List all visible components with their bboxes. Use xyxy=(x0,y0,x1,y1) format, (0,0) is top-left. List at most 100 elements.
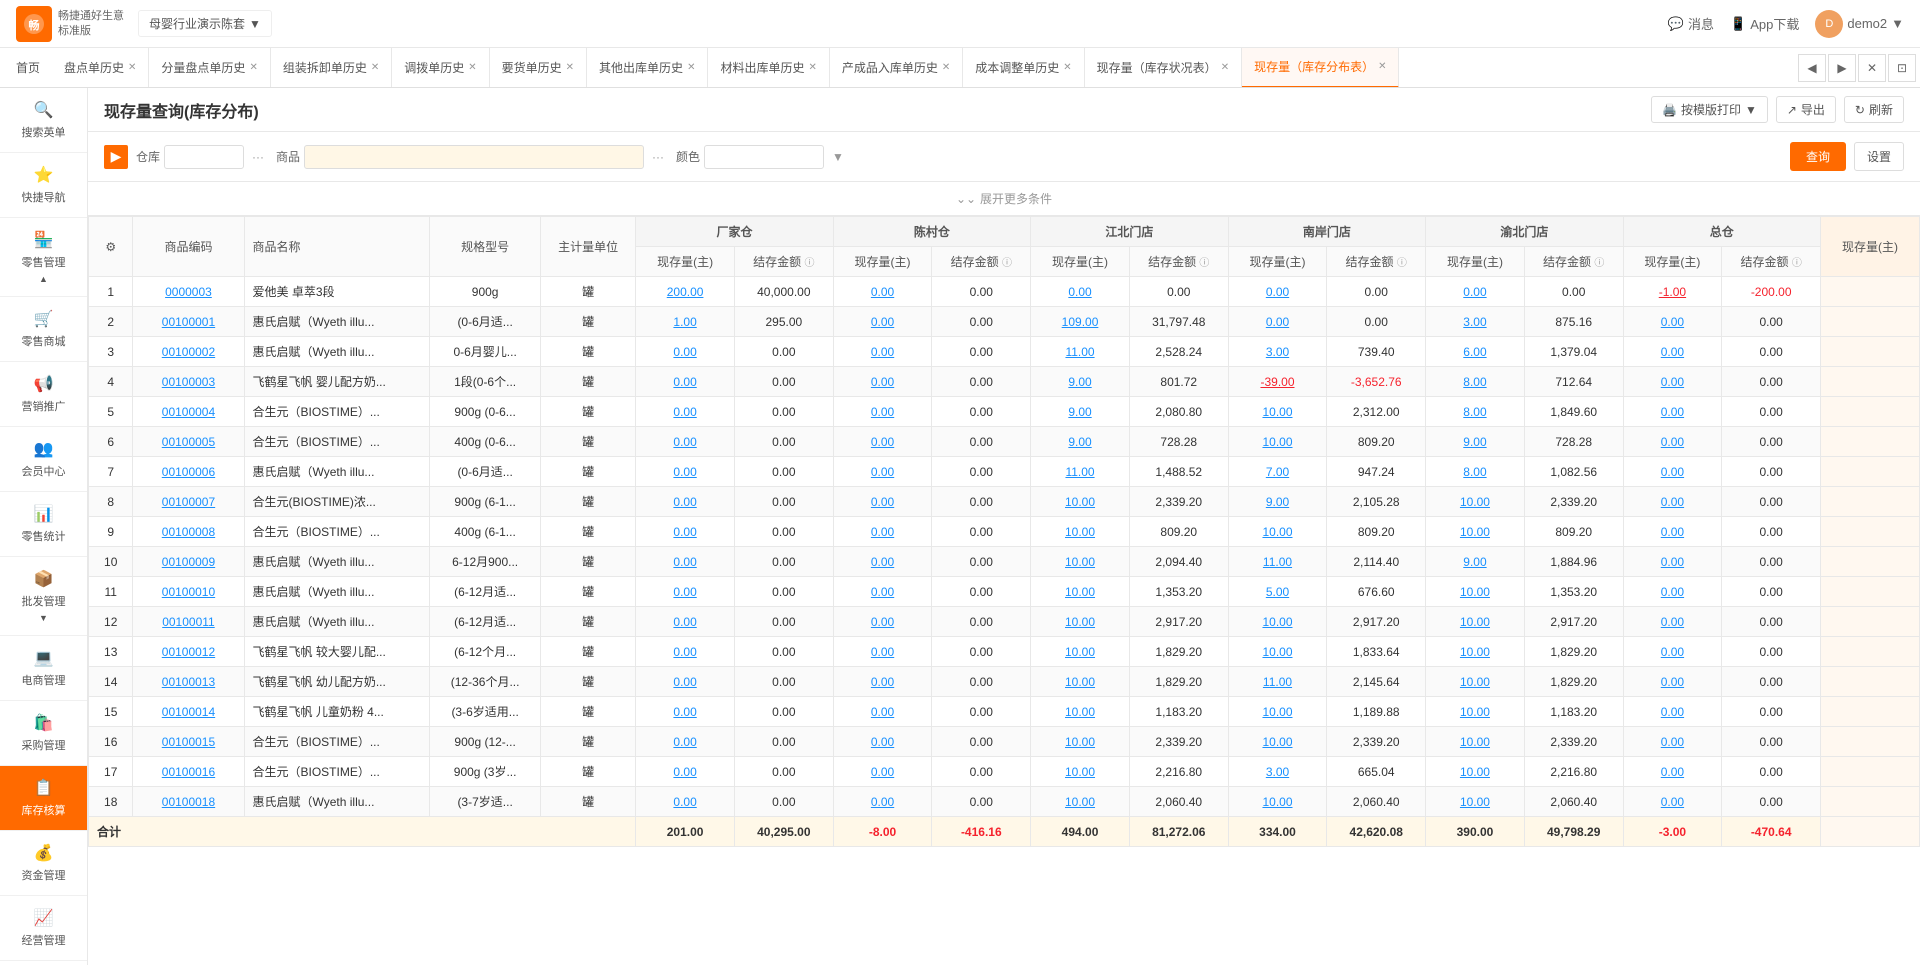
sidebar-item-retail-stats[interactable]: 📊 零售统计 xyxy=(0,492,87,557)
cell-jb-amt: 801.72 xyxy=(1129,367,1228,397)
query-btn[interactable]: 查询 xyxy=(1790,142,1846,171)
info-icon[interactable]: ⓘ xyxy=(1594,258,1604,269)
th-jb-qty: 现存量(主) xyxy=(1031,247,1130,277)
filter-expand-btn[interactable]: ▶ xyxy=(104,145,128,169)
info-icon[interactable]: ⓘ xyxy=(1002,258,1012,269)
warehouse-input[interactable] xyxy=(164,145,244,169)
cell-fac-qty: 0.00 xyxy=(636,397,735,427)
cell-fac-qty: 0.00 xyxy=(636,697,735,727)
app-download-btn[interactable]: 📱 App下载 xyxy=(1730,14,1799,33)
message-btn[interactable]: 💬 消息 xyxy=(1668,14,1714,33)
sidebar-item-member[interactable]: 👥 会员中心 xyxy=(0,427,87,492)
expand-conditions-btn[interactable]: ⌄⌄ 展开更多条件 xyxy=(104,186,1904,211)
sidebar-item-finance[interactable]: 💰 资金管理 xyxy=(0,831,87,896)
code-link[interactable]: 00100008 xyxy=(162,525,215,539)
settings-btn[interactable]: 设置 xyxy=(1854,142,1904,171)
print-btn[interactable]: 🖨️ 按模版打印 ▼ xyxy=(1651,96,1768,123)
tab-diaobodan[interactable]: 调拨单历史✕ xyxy=(392,48,489,88)
product-input[interactable]: babycare孕妇待产包 春季入院全套母子组合孕妇产后冬季月子用品 22件套 … xyxy=(304,145,644,169)
sidebar-item-basicinfo[interactable]: 📝 基础信息 xyxy=(0,961,87,965)
sidebar-item-marketing[interactable]: 📢 营销推广 xyxy=(0,362,87,427)
code-link[interactable]: 0000003 xyxy=(165,285,212,299)
tab-nav-close[interactable]: ✕ xyxy=(1858,54,1886,82)
refresh-btn[interactable]: ↻ 刷新 xyxy=(1844,96,1904,123)
tab-home[interactable]: 首页 xyxy=(4,48,52,88)
tab-kucunfenbu[interactable]: 现存量（库存分布表）✕ xyxy=(1242,48,1399,88)
message-icon: 💬 xyxy=(1668,16,1684,32)
sidebar-item-quicknav[interactable]: ⭐ 快捷导航 xyxy=(0,153,87,218)
code-link[interactable]: 00100014 xyxy=(162,705,215,719)
code-link[interactable]: 00100010 xyxy=(162,585,215,599)
tab-qitachuku[interactable]: 其他出库单历史✕ xyxy=(587,48,708,88)
tab-nav-next[interactable]: ▶ xyxy=(1828,54,1856,82)
cell-total-amt: 0.00 xyxy=(1722,547,1821,577)
close-icon[interactable]: ✕ xyxy=(1063,62,1071,73)
tab-kucunzhuangkuang[interactable]: 现存量（库存状况表）✕ xyxy=(1085,48,1242,88)
tab-nav-expand[interactable]: ⊡ xyxy=(1888,54,1916,82)
code-link[interactable]: 00100005 xyxy=(162,435,215,449)
info-icon[interactable]: ⓘ xyxy=(1792,258,1802,269)
code-link[interactable]: 00100011 xyxy=(162,615,215,629)
filter-actions: 查询 设置 xyxy=(1790,142,1904,171)
tab-chengpinruku[interactable]: 产成品入库单历史✕ xyxy=(830,48,963,88)
sidebar-item-purchase[interactable]: 🛍️ 采购管理 xyxy=(0,701,87,766)
th-settings-icon[interactable]: ⚙ xyxy=(89,217,133,277)
code-link[interactable]: 00100016 xyxy=(162,765,215,779)
industry-selector[interactable]: 母婴行业演示陈套 ▼ xyxy=(138,10,272,37)
code-link[interactable]: 00100012 xyxy=(162,645,215,659)
code-link[interactable]: 00100018 xyxy=(162,795,215,809)
sidebar-item-wholesale[interactable]: 📦 批发管理 ▼ xyxy=(0,557,87,636)
close-icon[interactable]: ✕ xyxy=(1378,61,1386,72)
close-icon[interactable]: ✕ xyxy=(566,62,574,73)
code-link[interactable]: 00100007 xyxy=(162,495,215,509)
info-icon[interactable]: ⓘ xyxy=(804,258,814,269)
close-icon[interactable]: ✕ xyxy=(249,62,257,73)
tab-cailiaochuku[interactable]: 材料出库单历史✕ xyxy=(708,48,829,88)
product-dots[interactable]: ··· xyxy=(648,150,668,164)
cell-code: 0000003 xyxy=(133,277,244,307)
cell-na-amt: 676.60 xyxy=(1327,577,1426,607)
close-icon[interactable]: ✕ xyxy=(687,62,695,73)
th-yb-amt: 结存金额 ⓘ xyxy=(1524,247,1623,277)
info-icon[interactable]: ⓘ xyxy=(1199,258,1209,269)
close-icon[interactable]: ✕ xyxy=(942,62,950,73)
sidebar-item-retail-mgmt[interactable]: 🏪 零售管理 ▲ xyxy=(0,218,87,297)
sidebar-item-search[interactable]: 🔍 搜索英单 xyxy=(0,88,87,153)
code-link[interactable]: 00100015 xyxy=(162,735,215,749)
export-btn[interactable]: ↗ 导出 xyxy=(1776,96,1836,123)
tab-chengbentiaozhen[interactable]: 成本调整单历史✕ xyxy=(963,48,1084,88)
close-icon[interactable]: ✕ xyxy=(128,62,136,73)
color-input[interactable] xyxy=(704,145,824,169)
total-yb-amt: 49,798.29 xyxy=(1524,817,1623,847)
cell-total-amt: 0.00 xyxy=(1722,457,1821,487)
sidebar-item-ecommerce[interactable]: 💻 电商管理 xyxy=(0,636,87,701)
tab-zuzhangchai[interactable]: 组装拆卸单历史✕ xyxy=(271,48,392,88)
tab-nav-prev[interactable]: ◀ xyxy=(1798,54,1826,82)
sidebar-item-inventory[interactable]: 📋 库存核算 xyxy=(0,766,87,831)
tab-yaohuodan[interactable]: 要货单历史✕ xyxy=(490,48,587,88)
sidebar-item-retail-mall[interactable]: 🛒 零售商城 xyxy=(0,297,87,362)
info-icon[interactable]: ⓘ xyxy=(1397,258,1407,269)
sidebar-item-operations[interactable]: 📈 经营管理 xyxy=(0,896,87,961)
settings-gear-icon[interactable]: ⚙ xyxy=(105,240,116,254)
tab-pandian[interactable]: 盘点单历史✕ xyxy=(52,48,149,88)
close-icon[interactable]: ✕ xyxy=(371,62,379,73)
close-icon[interactable]: ✕ xyxy=(1221,62,1229,73)
close-icon[interactable]: ✕ xyxy=(468,62,476,73)
inventory-icon: 📋 xyxy=(34,778,54,798)
warehouse-dots[interactable]: ··· xyxy=(248,150,268,164)
tab-fenpandian[interactable]: 分量盘点单历史✕ xyxy=(149,48,270,88)
code-link[interactable]: 00100001 xyxy=(162,315,215,329)
cell-na-qty: 10.00 xyxy=(1228,607,1327,637)
cell-current xyxy=(1821,487,1920,517)
user-profile[interactable]: D demo2 ▼ xyxy=(1815,10,1904,38)
code-link[interactable]: 00100004 xyxy=(162,405,215,419)
code-link[interactable]: 00100006 xyxy=(162,465,215,479)
cell-yb-qty: 10.00 xyxy=(1426,667,1525,697)
code-link[interactable]: 00100009 xyxy=(162,555,215,569)
code-link[interactable]: 00100003 xyxy=(162,375,215,389)
code-link[interactable]: 00100002 xyxy=(162,345,215,359)
close-icon[interactable]: ✕ xyxy=(808,62,816,73)
code-link[interactable]: 00100013 xyxy=(162,675,215,689)
color-dropdown-icon[interactable]: ▼ xyxy=(832,150,844,164)
